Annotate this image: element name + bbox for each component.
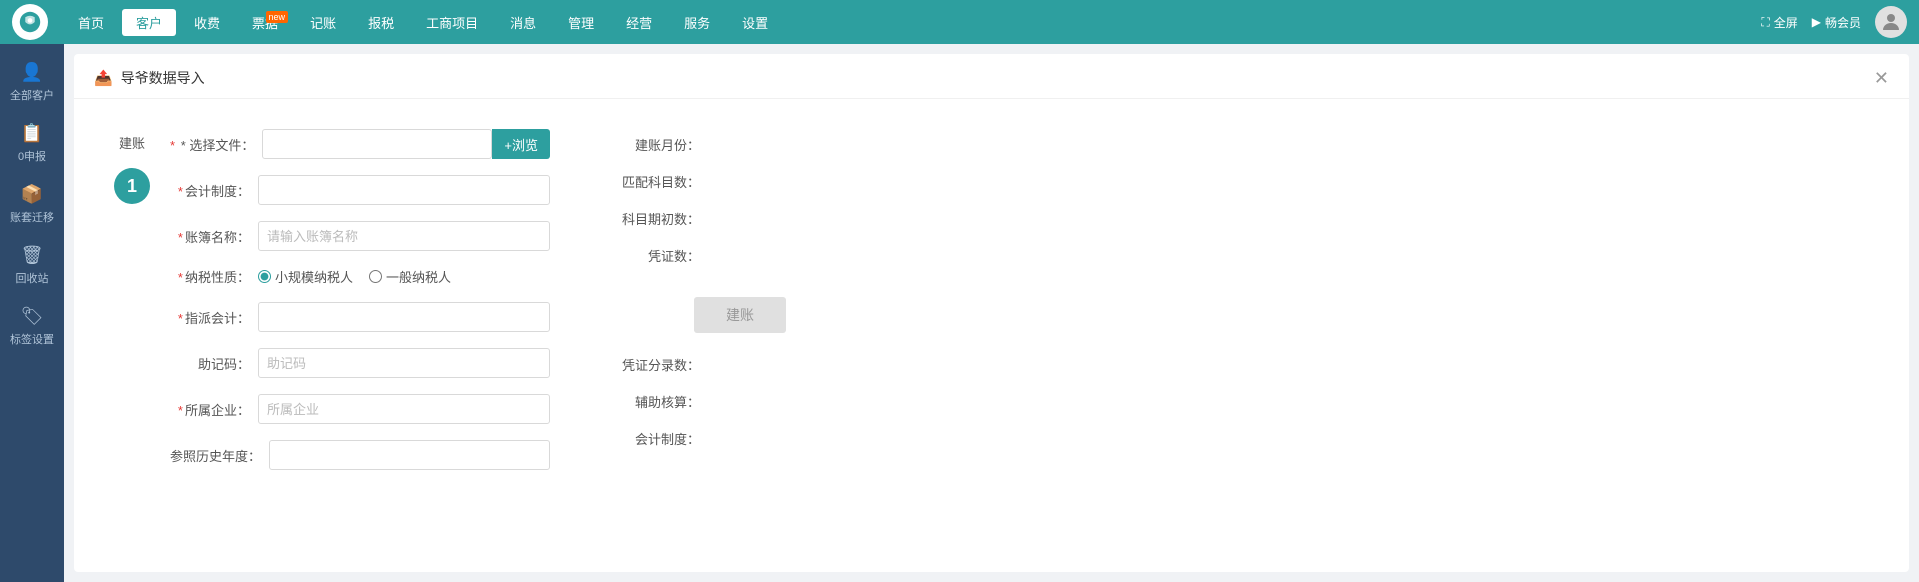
page-wrapper: 📤 导爷数据导入 ✕ 建账 1 * (74, 54, 1909, 572)
page-title: 导爷数据导入 (121, 68, 205, 88)
ledger-name-input[interactable] (258, 221, 550, 251)
nav-item-invoice[interactable]: 票据 new (238, 9, 292, 36)
small-taxpayer-label[interactable]: 小规模纳税人 (258, 267, 353, 286)
history-year-select[interactable] (269, 440, 550, 470)
form-grid: * * 选择文件： +浏览 *会计制度： (170, 129, 550, 470)
close-button[interactable]: ✕ (1874, 69, 1889, 87)
form-area: 建账 1 * * 选择文件： +浏览 (74, 99, 1909, 500)
logo[interactable] (12, 4, 48, 40)
general-taxpayer-radio[interactable] (369, 270, 382, 283)
step-badge: 1 (114, 168, 150, 204)
subject-initial-label: 科目期初数： (610, 209, 700, 228)
info-accounting-system-row: 会计制度： (610, 429, 870, 448)
memo-input[interactable] (258, 348, 550, 378)
history-year-row: 参照历史年度： (170, 440, 550, 470)
auxiliary-row: 辅助核算： (610, 392, 870, 411)
memo-row: 助记码： (170, 348, 550, 378)
company-row: *所属企业： (170, 394, 550, 424)
sidebar-item-zero-declare[interactable]: 📋 0申报 (0, 113, 64, 174)
fullscreen-icon: ⛶ (1761, 15, 1769, 30)
tag-icon: 🏷 (21, 306, 44, 327)
layout: 👤 全部客户 📋 0申报 📦 账套迁移 🗑 回收站 🏷 标签设置 📤 导爷 (0, 44, 1919, 582)
nav-item-bookkeeping[interactable]: 记账 (296, 9, 350, 36)
sidebar-item-label: 全部客户 (10, 87, 54, 103)
month-row: 建账月份： (610, 135, 870, 154)
auxiliary-label: 辅助核算： (610, 392, 700, 411)
nav-item-service[interactable]: 服务 (670, 9, 724, 36)
accountant-row: *指派会计： (170, 302, 550, 332)
create-account-button[interactable]: 建账 (694, 297, 786, 333)
sidebar-item-label: 标签设置 (10, 331, 54, 347)
user-avatar[interactable] (1875, 6, 1907, 38)
nav-item-manage[interactable]: 管理 (554, 9, 608, 36)
browse-button[interactable]: +浏览 (492, 129, 550, 159)
voucher-entries-label: 凭证分录数： (610, 355, 700, 374)
zero-declare-icon: 📋 (21, 123, 43, 144)
top-nav: 首页 客户 收费 票据 new 记账 报税 工商项目 消息 管理 经营 服务 设… (0, 0, 1919, 44)
accounting-system-row: *会计制度： (170, 175, 550, 205)
accounting-system-label: *会计制度： (170, 181, 250, 200)
voucher-label: 凭证数： (610, 246, 700, 265)
sidebar-item-all-clients[interactable]: 👤 全部客户 (0, 52, 64, 113)
main-content: 📤 导爷数据导入 ✕ 建账 1 * (64, 44, 1919, 582)
trash-icon: 🗑 (21, 245, 44, 266)
member-label: 畅会员 (1825, 14, 1861, 31)
match-subjects-row: 匹配科目数： (610, 172, 870, 191)
member-icon: ▶ (1812, 15, 1821, 29)
nav-item-home[interactable]: 首页 (64, 9, 118, 36)
page-header: 📤 导爷数据导入 ✕ (74, 54, 1909, 99)
company-input[interactable] (258, 394, 550, 424)
tax-nature-row: *纳税性质： 小规模纳税人 一般纳税人 (170, 267, 550, 286)
step-label: 建账 (119, 133, 145, 152)
new-badge: new (266, 11, 289, 24)
tax-nature-radio-group: 小规模纳税人 一般纳税人 (258, 267, 550, 286)
info-panel: 建账月份： 匹配科目数： 科目期初数： 凭证数： (610, 129, 870, 470)
small-taxpayer-radio[interactable] (258, 270, 271, 283)
sidebar-item-label: 回收站 (16, 270, 49, 286)
tax-nature-label: *纳税性质： (170, 267, 250, 286)
general-taxpayer-label[interactable]: 一般纳税人 (369, 267, 451, 286)
sidebar: 👤 全部客户 📋 0申报 📦 账套迁移 🗑 回收站 🏷 标签设置 (0, 44, 64, 582)
nav-item-client[interactable]: 客户 (122, 9, 176, 36)
memo-label: 助记码： (170, 354, 250, 373)
file-input-group: +浏览 (262, 129, 550, 159)
form-left: 建账 1 * * 选择文件： +浏览 (114, 129, 550, 470)
nav-item-business[interactable]: 工商项目 (412, 9, 492, 36)
history-year-label: 参照历史年度： (170, 446, 261, 465)
all-clients-icon: 👤 (21, 62, 43, 83)
nav-item-settings[interactable]: 设置 (728, 9, 782, 36)
nav-item-fee[interactable]: 收费 (180, 9, 234, 36)
accounting-system-select[interactable] (258, 175, 550, 205)
ledger-name-row: *账簿名称： (170, 221, 550, 251)
migrate-icon: 📦 (21, 184, 43, 205)
subject-initial-row: 科目期初数： (610, 209, 870, 228)
sidebar-item-trash[interactable]: 🗑 回收站 (0, 235, 64, 296)
nav-item-operation[interactable]: 经营 (612, 9, 666, 36)
accountant-label: *指派会计： (170, 308, 250, 327)
fullscreen-label: 全屏 (1774, 14, 1798, 31)
member-button[interactable]: ▶ 畅会员 (1812, 14, 1861, 31)
sidebar-item-label: 账套迁移 (10, 209, 54, 225)
accountant-select[interactable] (258, 302, 550, 332)
voucher-entries-row: 凭证分录数： (610, 355, 870, 374)
company-label: *所属企业： (170, 400, 250, 419)
file-input[interactable] (262, 129, 492, 159)
sidebar-item-tags[interactable]: 🏷 标签设置 (0, 296, 64, 357)
month-label: 建账月份： (610, 135, 700, 154)
upload-icon: 📤 (94, 69, 113, 87)
sidebar-item-migrate[interactable]: 📦 账套迁移 (0, 174, 64, 235)
file-label: * * 选择文件： (170, 135, 254, 154)
sidebar-item-label: 0申报 (18, 148, 46, 164)
nav-items: 首页 客户 收费 票据 new 记账 报税 工商项目 消息 管理 经营 服务 设… (64, 9, 1761, 36)
info-accounting-system-label: 会计制度： (610, 429, 700, 448)
file-row: * * 选择文件： +浏览 (170, 129, 550, 159)
ledger-name-label: *账簿名称： (170, 227, 250, 246)
nav-item-tax[interactable]: 报税 (354, 9, 408, 36)
page-title-area: 📤 导爷数据导入 (94, 68, 205, 88)
nav-item-message[interactable]: 消息 (496, 9, 550, 36)
fullscreen-button[interactable]: ⛶ 全屏 (1761, 14, 1797, 31)
nav-right: ⛶ 全屏 ▶ 畅会员 (1761, 6, 1907, 38)
voucher-row: 凭证数： (610, 246, 870, 265)
match-subjects-label: 匹配科目数： (610, 172, 700, 191)
